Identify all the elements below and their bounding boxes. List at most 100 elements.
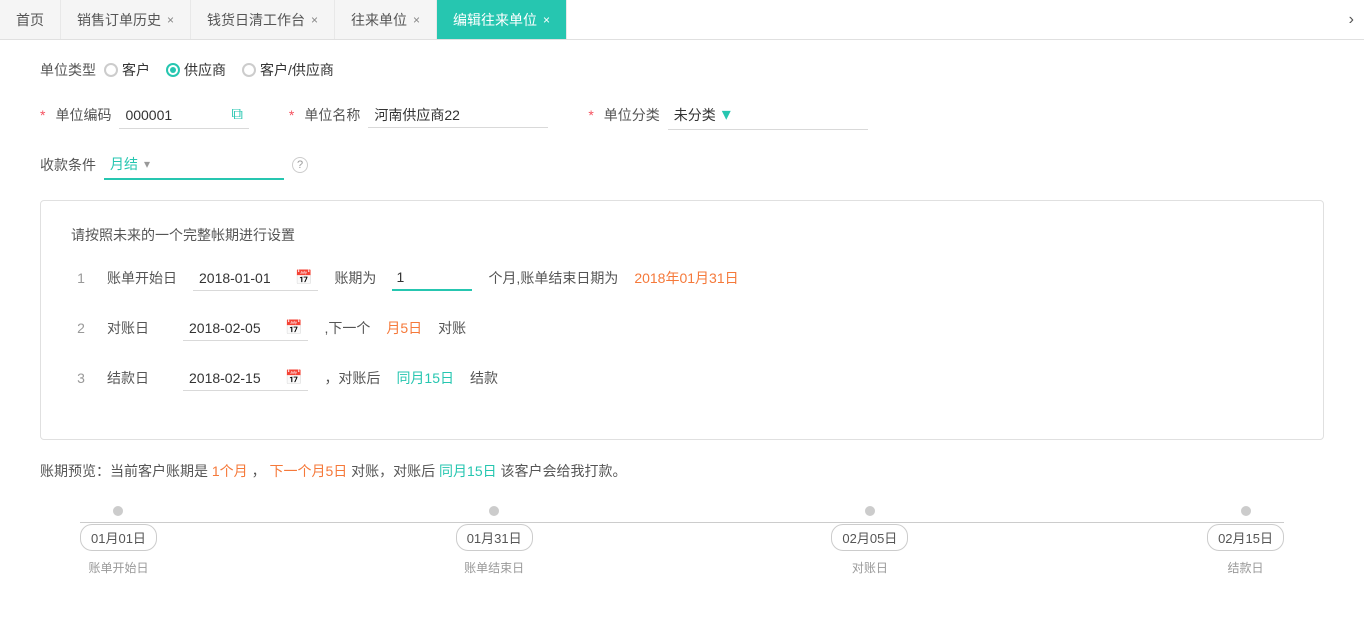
preview-next-day: 下一个月5日 [269, 463, 347, 479]
radio-customer-label: 客户 [122, 60, 150, 80]
tab-bar: 首页 销售订单历史 × 钱货日清工作台 × 往来单位 × 编辑往来单位 × › [0, 0, 1364, 40]
settle-date-field[interactable]: 📅 [183, 365, 308, 391]
setting-row-3: 3 结款日 📅 ，对账后 同月15日 结款 [71, 365, 1293, 391]
unit-category-value: 未分类 [674, 105, 716, 125]
tab-partner-close[interactable]: × [413, 13, 420, 27]
node-dot-1 [113, 506, 123, 516]
unit-category-select[interactable]: 未分类 ▾ [668, 100, 868, 130]
settle-same-month: 同月15日 [396, 368, 454, 388]
tab-partner-label: 往来单位 [351, 10, 407, 30]
recon-suffix-post: 对账 [438, 318, 466, 338]
timeline-node-1: 01月01日 账单开始日 [80, 506, 157, 576]
settle-suffix-post: 结款 [470, 368, 498, 388]
setting-label-3: 结款日 [107, 368, 167, 388]
preview-label: 账期预览：当前客户账期是 [40, 463, 208, 479]
tab-cash-work[interactable]: 钱货日清工作台 × [191, 0, 335, 39]
node-sub-4: 结款日 [1228, 559, 1264, 576]
radio-customer-circle [104, 63, 118, 77]
node-sub-1: 账单开始日 [88, 559, 148, 576]
period-for-label: 账期为 [334, 268, 376, 288]
tab-sales-order-close[interactable]: × [167, 13, 174, 27]
setting-label-1: 账单开始日 [107, 268, 177, 288]
tab-sales-order[interactable]: 销售订单历史 × [61, 0, 191, 39]
unit-category-label: 单位分类 [604, 105, 660, 125]
settle-date-input[interactable] [189, 370, 279, 386]
unit-category-chevron: ▾ [722, 104, 731, 125]
payment-label: 收款条件 [40, 155, 96, 175]
tab-partner[interactable]: 往来单位 × [335, 0, 437, 39]
timeline-node-4: 02月15日 结款日 [1207, 506, 1284, 576]
payment-value: 月结 [110, 154, 138, 174]
unit-code-field[interactable]: ⧉ [119, 102, 248, 129]
recon-date-input[interactable] [189, 320, 279, 336]
start-date-calendar-icon[interactable]: 📅 [295, 269, 312, 286]
tab-home-label: 首页 [16, 10, 44, 30]
radio-supplier-label: 供应商 [184, 60, 226, 80]
period-unit-label: 个月,账单结束日期为 [488, 268, 618, 288]
recon-date-calendar-icon[interactable]: 📅 [285, 319, 302, 336]
timeline-node-3: 02月05日 对账日 [831, 506, 908, 576]
tab-cash-work-close[interactable]: × [311, 13, 318, 27]
start-date-input[interactable] [199, 270, 289, 286]
tab-edit-partner-close[interactable]: × [543, 13, 550, 27]
node-sub-3: 对账日 [852, 559, 888, 576]
payment-select[interactable]: 月结 ▾ [104, 150, 284, 180]
preview-sep1: ， [252, 463, 266, 479]
preview-sep2: 对账，对账后 [351, 463, 435, 479]
tab-home[interactable]: 首页 [0, 0, 61, 39]
tab-edit-partner[interactable]: 编辑往来单位 × [437, 0, 567, 39]
radio-both-circle [242, 63, 256, 77]
node-dot-3 [865, 506, 875, 516]
node-dot-4 [1241, 506, 1251, 516]
period-end-date: 2018年01月31日 [634, 268, 738, 288]
radio-customer[interactable]: 客户 [104, 60, 150, 80]
unit-code-input[interactable] [125, 107, 225, 123]
radio-both[interactable]: 客户/供应商 [242, 60, 334, 80]
unit-name-input[interactable]: 河南供应商22 [368, 103, 548, 128]
setting-number-1: 1 [71, 270, 91, 286]
node-sub-2: 账单结束日 [464, 559, 524, 576]
unit-name-group: * 单位名称 河南供应商22 [289, 103, 548, 128]
setting-row-1: 1 账单开始日 📅 账期为 个月,账单结束日期为 2018年01月31日 [71, 265, 1293, 291]
unit-type-label: 单位类型 [40, 60, 96, 80]
unit-code-group: * 单位编码 ⧉ [40, 102, 249, 129]
recon-date-field[interactable]: 📅 [183, 315, 308, 341]
setting-number-2: 2 [71, 320, 91, 336]
settle-suffix-pre: ，对账后 [324, 368, 380, 388]
tab-cash-work-label: 钱货日清工作台 [207, 10, 305, 30]
timeline-nodes: 01月01日 账单开始日 01月31日 账单结束日 02月05日 对账日 02月… [80, 506, 1284, 576]
settings-panel: 请按照未来的一个完整帐期进行设置 1 账单开始日 📅 账期为 个月,账单结束日期… [40, 200, 1324, 440]
payment-group: 收款条件 月结 ▾ ? [40, 150, 308, 180]
preview-same-month: 同月15日 [439, 463, 497, 479]
node-badge-3: 02月05日 [831, 524, 908, 551]
unit-name-label: 单位名称 [304, 105, 360, 125]
settle-date-calendar-icon[interactable]: 📅 [285, 369, 302, 386]
recon-month-day: 月5日 [386, 318, 422, 338]
radio-supplier[interactable]: 供应商 [166, 60, 226, 80]
node-dot-2 [489, 506, 499, 516]
radio-supplier-circle [166, 63, 180, 77]
preview-end: 该客户会给我打款。 [501, 463, 627, 479]
radio-group: 客户 供应商 客户/供应商 [104, 60, 334, 80]
payment-chevron: ▾ [144, 157, 150, 171]
period-input[interactable] [392, 265, 472, 291]
node-badge-1: 01月01日 [80, 524, 157, 551]
recon-suffix-pre: ,下一个 [324, 318, 370, 338]
help-icon[interactable]: ? [292, 157, 308, 173]
unit-type-row: 单位类型 客户 供应商 客户/供应商 [40, 60, 1324, 80]
unit-code-required: * [40, 107, 45, 123]
timeline-node-2: 01月31日 账单结束日 [456, 506, 533, 576]
panel-description: 请按照未来的一个完整帐期进行设置 [71, 225, 1293, 245]
payment-row: 收款条件 月结 ▾ ? [40, 150, 1324, 180]
node-badge-4: 02月15日 [1207, 524, 1284, 551]
tab-more-button[interactable]: › [1339, 0, 1364, 39]
main-content: 单位类型 客户 供应商 客户/供应商 * 单位编码 [0, 40, 1364, 636]
radio-both-label: 客户/供应商 [260, 60, 334, 80]
preview-period: 1个月 [212, 463, 248, 479]
setting-number-3: 3 [71, 370, 91, 386]
copy-icon[interactable]: ⧉ [231, 106, 242, 124]
setting-label-2: 对账日 [107, 318, 167, 338]
tab-edit-partner-label: 编辑往来单位 [453, 10, 537, 30]
start-date-field[interactable]: 📅 [193, 265, 318, 291]
unit-category-group: * 单位分类 未分类 ▾ [588, 100, 867, 130]
